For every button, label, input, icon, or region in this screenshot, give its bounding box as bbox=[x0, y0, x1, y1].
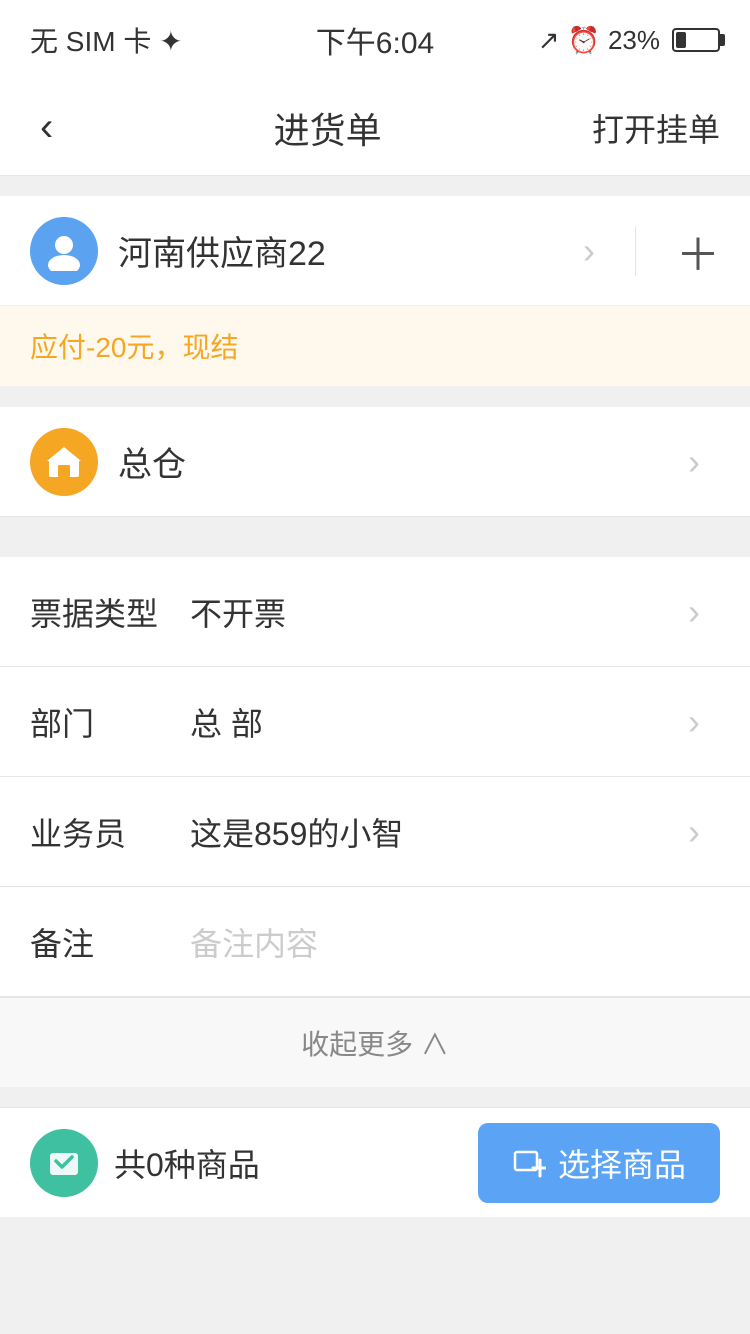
supplier-divider bbox=[635, 226, 636, 276]
supplier-name: 河南供应商22 bbox=[118, 226, 583, 275]
warehouse-icon bbox=[45, 443, 83, 481]
remark-placeholder: 备注内容 bbox=[170, 919, 720, 965]
collapse-label: 收起更多 ∧ bbox=[301, 1023, 449, 1063]
section-gap-1 bbox=[0, 176, 750, 196]
nav-bar: ‹ 进货单 打开挂单 bbox=[0, 80, 750, 176]
invoice-type-label: 票据类型 bbox=[30, 589, 170, 635]
invoice-type-row[interactable]: 票据类型 不开票 › bbox=[0, 557, 750, 667]
invoice-type-value: 不开票 bbox=[170, 589, 688, 635]
warehouse-row[interactable]: 总仓 › bbox=[0, 407, 750, 517]
user-icon bbox=[44, 231, 84, 271]
section-gap-3 bbox=[0, 517, 750, 537]
salesperson-row[interactable]: 业务员 这是859的小智 › bbox=[0, 777, 750, 887]
select-product-icon bbox=[512, 1146, 546, 1180]
warehouse-name: 总仓 bbox=[118, 437, 688, 486]
status-left: 无 SIM 卡 ✦ bbox=[30, 20, 183, 60]
warehouse-icon-wrap bbox=[30, 428, 98, 496]
chevron-right-icon-sales: › bbox=[688, 811, 700, 853]
remark-row[interactable]: 备注 备注内容 bbox=[0, 887, 750, 997]
select-product-label: 选择商品 bbox=[558, 1140, 686, 1186]
chevron-right-icon-dept: › bbox=[688, 701, 700, 743]
location-icon: ↗ bbox=[538, 25, 560, 56]
supplier-row[interactable]: 河南供应商22 › ＋ bbox=[0, 196, 750, 306]
section-gap-2 bbox=[0, 387, 750, 407]
chevron-right-icon-invoice: › bbox=[688, 591, 700, 633]
product-icon-wrap bbox=[30, 1129, 98, 1197]
remark-label: 备注 bbox=[30, 919, 170, 965]
back-button[interactable]: ‹ bbox=[30, 95, 63, 160]
select-product-button[interactable]: 选择商品 bbox=[478, 1123, 720, 1203]
chevron-right-icon-warehouse: › bbox=[688, 441, 700, 483]
salesperson-label: 业务员 bbox=[30, 809, 170, 855]
chevron-right-icon: › bbox=[583, 230, 595, 272]
product-count-wrap: 共0种商品 bbox=[30, 1129, 260, 1197]
department-row[interactable]: 部门 总 部 › bbox=[0, 667, 750, 777]
status-bar: 无 SIM 卡 ✦ 下午6:04 ↗ ⏰ 23% bbox=[0, 0, 750, 80]
department-label: 部门 bbox=[30, 699, 170, 745]
department-value: 总 部 bbox=[170, 699, 688, 745]
product-icon bbox=[44, 1143, 84, 1183]
open-pending-button[interactable]: 打开挂单 bbox=[592, 105, 720, 151]
status-time: 下午6:04 bbox=[316, 18, 434, 62]
salesperson-value: 这是859的小智 bbox=[170, 809, 688, 855]
product-count-text: 共0种商品 bbox=[114, 1140, 260, 1186]
battery-icon bbox=[672, 28, 720, 52]
page-title: 进货单 bbox=[274, 102, 382, 154]
notice-banner: 应付-20元，现结 bbox=[0, 306, 750, 387]
alarm-icon: ⏰ bbox=[568, 25, 600, 56]
battery-percent: 23% bbox=[608, 25, 660, 56]
notice-text: 应付-20元，现结 bbox=[30, 332, 238, 363]
bottom-bar: 共0种商品 选择商品 bbox=[0, 1107, 750, 1217]
status-right: ↗ ⏰ 23% bbox=[538, 25, 720, 56]
supplier-avatar bbox=[30, 217, 98, 285]
form-section: 票据类型 不开票 › 部门 总 部 › 业务员 这是859的小智 › 备注 备注… bbox=[0, 557, 750, 1087]
supplier-section: 河南供应商22 › ＋ 应付-20元，现结 bbox=[0, 196, 750, 387]
add-button[interactable]: ＋ bbox=[676, 219, 720, 283]
collapse-button[interactable]: 收起更多 ∧ bbox=[0, 997, 750, 1087]
page-content: 河南供应商22 › ＋ 应付-20元，现结 总仓 › 票据类型 不开票 › bbox=[0, 176, 750, 1334]
